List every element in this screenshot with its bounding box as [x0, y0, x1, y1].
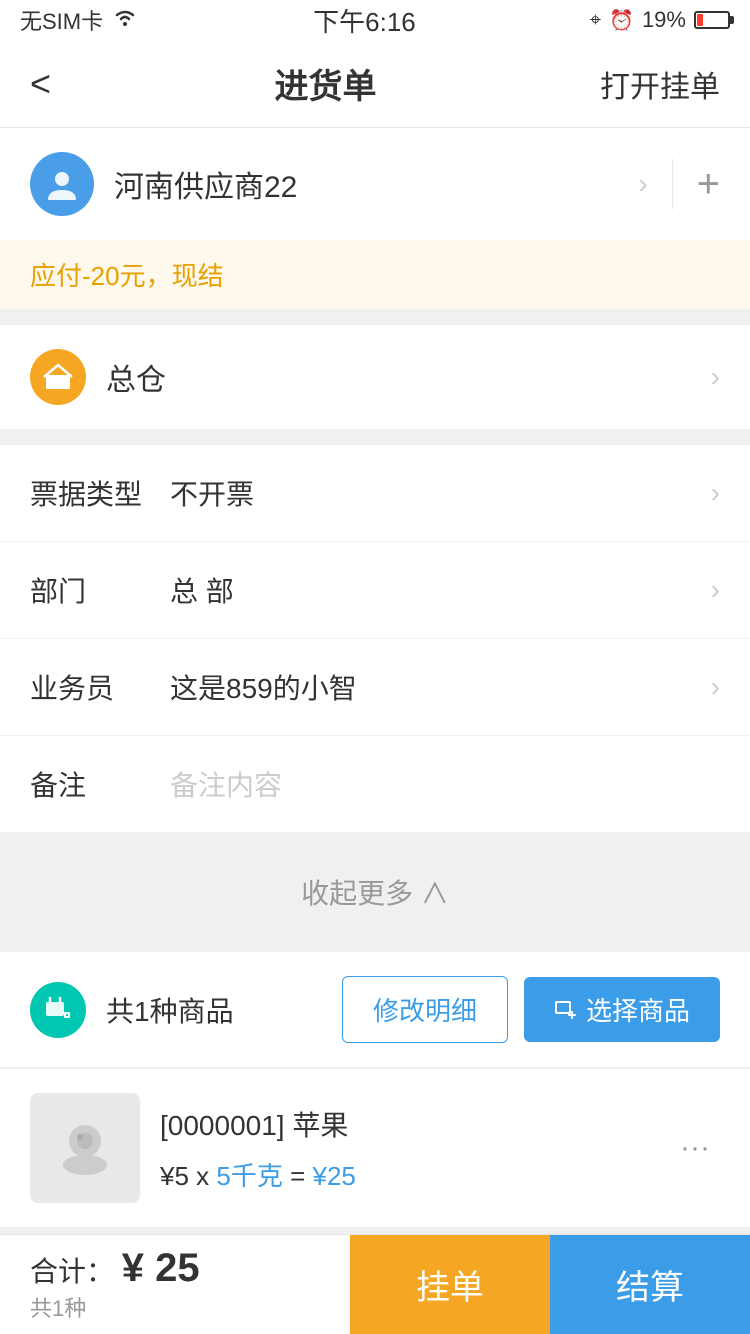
warehouse-card[interactable]: 总仓 ›	[0, 325, 750, 429]
location-icon: ⌖	[590, 9, 601, 32]
department-value: 总 部	[170, 570, 711, 610]
products-header: 共1种商品 修改明细 选择商品	[0, 952, 750, 1067]
products-icon	[30, 982, 86, 1038]
product-more-button[interactable]: ···	[670, 1121, 720, 1175]
warehouse-icon	[30, 349, 86, 405]
product-thumbnail	[30, 1093, 140, 1203]
supplier-row[interactable]: 河南供应商22 › +	[0, 128, 750, 240]
open-suspend-button[interactable]: 打开挂单	[600, 62, 720, 106]
supplier-name: 河南供应商22	[114, 162, 638, 206]
status-bar: 无SIM卡 下午6:16 ⌖ ⏰ 19%	[0, 0, 750, 40]
edit-detail-button[interactable]: 修改明细	[342, 976, 508, 1043]
collapse-label: 收起更多 ∧	[301, 872, 449, 912]
product-price: ¥5 x 5千克 = ¥25	[160, 1156, 650, 1193]
department-row[interactable]: 部门 总 部 ›	[0, 542, 750, 639]
footer: 合计： ¥ 25 共1种 挂单 结算	[0, 1234, 750, 1334]
suspend-button[interactable]: 挂单	[350, 1235, 550, 1334]
select-product-label: 选择商品	[586, 991, 690, 1028]
remark-label: 备注	[30, 764, 170, 804]
product-total: ¥25	[313, 1161, 356, 1191]
supplier-chevron-icon: ›	[638, 168, 647, 200]
invoice-value: 不开票	[170, 473, 711, 513]
product-info: [0000001] 苹果 ¥5 x 5千克 = ¥25	[160, 1104, 650, 1193]
form-card: 票据类型 不开票 › 部门 总 部 › 业务员 这是859的小智 › 备注 备注…	[0, 445, 750, 832]
department-label: 部门	[30, 570, 170, 610]
alarm-icon: ⏰	[609, 8, 634, 33]
carrier-text: 无SIM卡	[20, 4, 103, 36]
salesman-chevron-icon: ›	[711, 671, 720, 703]
salesman-value: 这是859的小智	[170, 667, 711, 707]
department-chevron-icon: ›	[711, 574, 720, 606]
select-product-button[interactable]: 选择商品	[524, 977, 720, 1042]
divider	[672, 159, 673, 209]
status-left: 无SIM卡	[20, 4, 139, 36]
total-sub: 共1种	[30, 1291, 320, 1323]
supplier-card: 河南供应商22 › + 应付-20元，现结	[0, 128, 750, 309]
salesman-row[interactable]: 业务员 这是859的小智 ›	[0, 639, 750, 736]
total-label: 合计：	[30, 1256, 114, 1287]
remark-placeholder: 备注内容	[170, 764, 720, 804]
nav-bar: < 进货单 打开挂单	[0, 40, 750, 128]
warehouse-name: 总仓	[106, 355, 711, 399]
warehouse-chevron-icon: ›	[711, 361, 720, 393]
footer-total: 合计： ¥ 25 共1种	[0, 1246, 350, 1323]
back-button[interactable]: <	[30, 63, 51, 105]
invoice-chevron-icon: ›	[711, 477, 720, 509]
remark-row[interactable]: 备注 备注内容	[0, 736, 750, 832]
product-id: [0000001]	[160, 1110, 285, 1141]
battery-percent: 19%	[642, 7, 686, 33]
footer-total-row: 合计： ¥ 25	[30, 1246, 320, 1291]
add-supplier-button[interactable]: +	[697, 162, 720, 207]
notice-banner: 应付-20元，现结	[0, 240, 750, 309]
page-title: 进货单	[275, 59, 377, 108]
status-right: ⌖ ⏰ 19%	[590, 7, 730, 33]
status-time: 下午6:16	[313, 2, 416, 39]
checkout-button[interactable]: 结算	[550, 1235, 750, 1334]
wifi-icon	[111, 7, 139, 33]
invoice-label: 票据类型	[30, 473, 170, 513]
product-name: [0000001] 苹果	[160, 1104, 650, 1144]
collapse-toggle[interactable]: 收起更多 ∧	[0, 848, 750, 936]
products-count: 共1种商品	[106, 990, 342, 1030]
battery-icon	[694, 11, 730, 29]
supplier-avatar	[30, 152, 94, 216]
salesman-label: 业务员	[30, 667, 170, 707]
product-quantity: 5千克	[216, 1161, 282, 1191]
main-content: 河南供应商22 › + 应付-20元，现结 总仓 › 票据类型 不开票 › 部门…	[0, 128, 750, 1327]
invoice-row[interactable]: 票据类型 不开票 ›	[0, 445, 750, 542]
total-amount: ¥ 25	[122, 1246, 200, 1290]
product-item: [0000001] 苹果 ¥5 x 5千克 = ¥25 ···	[0, 1069, 750, 1227]
